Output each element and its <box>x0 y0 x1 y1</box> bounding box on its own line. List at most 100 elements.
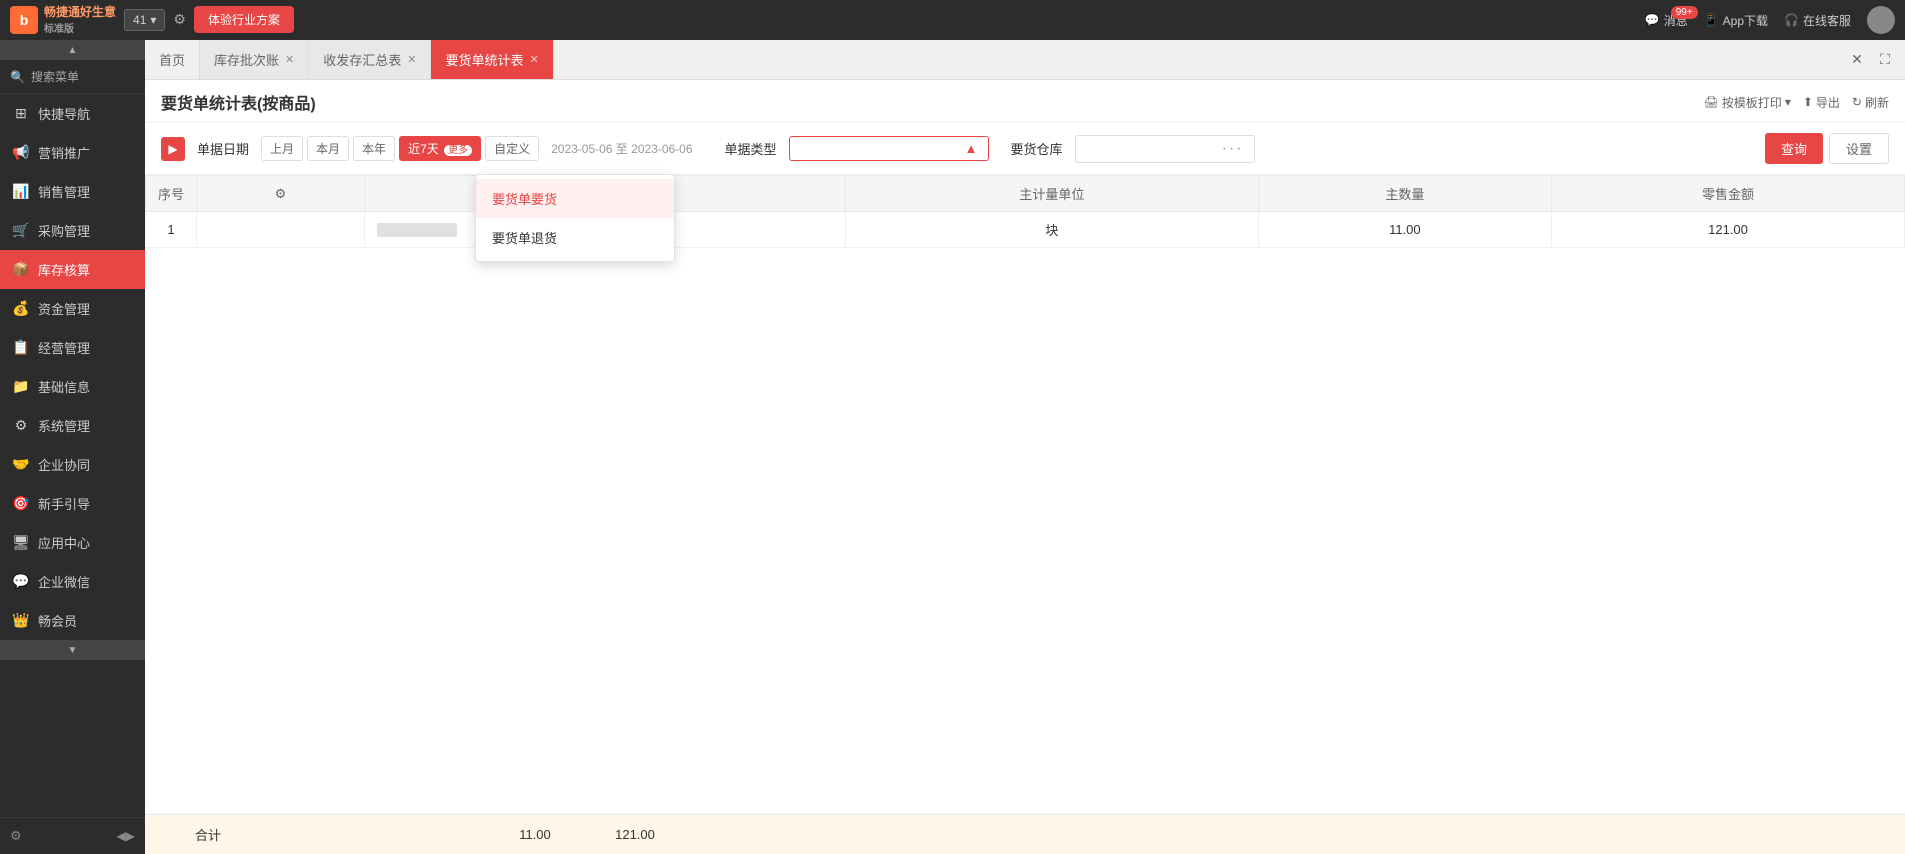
refresh-button[interactable]: ↻ 刷新 <box>1852 94 1889 111</box>
col-amount: 零售金额 <box>1552 176 1905 212</box>
sidebar-item-finance[interactable]: 💰 资金管理 <box>0 289 145 328</box>
sidebar-item-guide[interactable]: 🎯 新手引导 <box>0 484 145 523</box>
close-window-button[interactable]: ✕ <box>1845 48 1869 72</box>
last-month-btn[interactable]: 上月 <box>261 136 303 161</box>
sidebar-item-operations[interactable]: 📋 经营管理 <box>0 328 145 367</box>
member-icon: 👑 <box>12 612 30 630</box>
query-button[interactable]: 查询 <box>1765 133 1823 164</box>
dropdown-item-order-return[interactable]: 要货单退货 <box>476 218 674 257</box>
basic-icon: 📁 <box>12 378 30 396</box>
sidebar-item-marketing[interactable]: 📢 营销推广 <box>0 133 145 172</box>
sidebar-item-label: 销售管理 <box>38 182 90 201</box>
tab-close-icon[interactable]: ✕ <box>285 53 294 66</box>
sidebar-item-appstore[interactable]: 🖥 应用中心 <box>0 523 145 562</box>
page-actions: 🖨 按模板打印 ▾ ⬆ 导出 ↻ 刷新 <box>1704 94 1889 111</box>
warehouse-select[interactable]: ··· <box>1075 135 1255 163</box>
tab-collect-summary[interactable]: 收发存汇总表 ✕ <box>309 40 431 79</box>
top-header: b 畅捷通好生意 标准版 41 ▾ ⚙ 体验行业方案 💬 消息 99+ 📱 Ap… <box>0 0 1905 40</box>
tab-inventory-batch[interactable]: 库存批次账 ✕ <box>200 40 309 79</box>
sidebar-item-label: 应用中心 <box>38 533 90 552</box>
message-icon: 💬 <box>1645 13 1660 27</box>
type-select[interactable]: ▲ <box>789 136 989 161</box>
export-button[interactable]: ⬆ 导出 <box>1803 94 1840 111</box>
tab-close-icon[interactable]: ✕ <box>407 53 416 66</box>
search-menu[interactable]: 🔍 搜索菜单 <box>0 60 145 94</box>
this-year-btn[interactable]: 本年 <box>353 136 395 161</box>
col-settings[interactable]: ⚙ <box>197 176 365 212</box>
summary-quantity: 11.00 <box>485 827 585 842</box>
header-right: 💬 消息 99+ 📱 App下载 🎧 在线客服 <box>1645 6 1895 34</box>
sidebar-item-label: 资金管理 <box>38 299 90 318</box>
tab-bar: 首页 库存批次账 ✕ 收发存汇总表 ✕ 要货单统计表 ✕ ✕ ⛶ <box>145 40 1905 80</box>
chevron-up-icon: ▲ <box>965 141 978 156</box>
print-button[interactable]: 🖨 按模板打印 ▾ <box>1704 94 1791 111</box>
refresh-icon: ↻ <box>1852 95 1862 109</box>
avatar[interactable] <box>1867 6 1895 34</box>
settings-button[interactable]: 设置 <box>1829 133 1889 164</box>
dropdown-item-order-goods[interactable]: 要货单要货 <box>476 179 674 218</box>
more-icon: ··· <box>1222 140 1244 158</box>
sidebar-item-purchase[interactable]: 🛒 采购管理 <box>0 211 145 250</box>
gear-icon[interactable]: ⚙ <box>173 11 186 28</box>
sidebar-item-system[interactable]: ⚙ 系统管理 <box>0 406 145 445</box>
sidebar-item-label: 经营管理 <box>38 338 90 357</box>
export-icon: ⬆ <box>1803 95 1813 109</box>
sidebar-item-member[interactable]: 👑 畅会员 <box>0 601 145 640</box>
this-month-btn[interactable]: 本月 <box>307 136 349 161</box>
sidebar-scroll-up[interactable]: ▲ <box>0 40 145 60</box>
app-name: 畅捷通好生意 <box>44 5 116 19</box>
table-body: 1 块 11.00 121.00 <box>146 212 1905 248</box>
tab-order-stats[interactable]: 要货单统计表 ✕ <box>431 40 553 79</box>
content-area: 首页 库存批次账 ✕ 收发存汇总表 ✕ 要货单统计表 ✕ ✕ ⛶ 要 <box>145 40 1905 854</box>
message-button[interactable]: 💬 消息 99+ <box>1645 12 1688 29</box>
sidebar-item-label: 畅会员 <box>38 611 77 630</box>
app-download-button[interactable]: 📱 App下载 <box>1704 12 1768 29</box>
tab-close-icon[interactable]: ✕ <box>530 53 539 66</box>
sidebar-scroll-down[interactable]: ▼ <box>0 640 145 660</box>
sidebar-item-label: 营销推广 <box>38 143 90 162</box>
sidebar-item-inventory[interactable]: 📦 库存核算 <box>0 250 145 289</box>
online-service-button[interactable]: 🎧 在线客服 <box>1784 12 1851 29</box>
tab-bar-right: ✕ ⛶ <box>1845 48 1905 72</box>
search-menu-label: 搜索菜单 <box>31 68 79 85</box>
col-quantity: 主数量 <box>1258 176 1551 212</box>
print-icon: 🖨 <box>1704 95 1719 109</box>
trial-button[interactable]: 体验行业方案 <box>194 6 294 33</box>
sidebar-item-basic[interactable]: 📁 基础信息 <box>0 367 145 406</box>
summary-row: 合计 11.00 121.00 <box>145 814 1905 854</box>
sidebar-bottom: ⚙ ◀▶ <box>0 817 145 854</box>
date-range: 2023-05-06 至 2023-06-06 <box>551 140 692 157</box>
tab-selector[interactable]: 41 ▾ <box>124 9 165 31</box>
sidebar-item-label: 快捷导航 <box>38 104 90 123</box>
sidebar-item-quick-nav[interactable]: ⊞ 快捷导航 <box>0 94 145 133</box>
tab-home[interactable]: 首页 <box>145 40 200 79</box>
purchase-icon: 🛒 <box>12 222 30 240</box>
finance-icon: 💰 <box>12 300 30 318</box>
sidebar-settings-icon[interactable]: ⚙ <box>10 828 22 844</box>
warehouse-label: 要货仓库 <box>1011 139 1063 158</box>
custom-btn[interactable]: 自定义 <box>485 136 539 161</box>
maximize-window-button[interactable]: ⛶ <box>1873 48 1897 72</box>
sales-icon: 📊 <box>12 183 30 201</box>
filter-bar: ▶ 单据日期 上月 本月 本年 近7天 更多 自定义 2023-05-06 至 … <box>145 123 1905 175</box>
type-dropdown: 要货单要货 要货单退货 <box>475 174 675 262</box>
col-no: 序号 <box>146 176 197 212</box>
date-label: 单据日期 <box>197 139 249 158</box>
type-label: 单据类型 <box>725 139 777 158</box>
sidebar-item-enterprise[interactable]: 🤝 企业协同 <box>0 445 145 484</box>
sidebar-item-label: 系统管理 <box>38 416 90 435</box>
sidebar-item-label: 企业微信 <box>38 572 90 591</box>
sidebar-item-label: 新手引导 <box>38 494 90 513</box>
table-settings-icon[interactable]: ⚙ <box>275 186 287 201</box>
table: 序号 ⚙ 商品 主计量单位 主数 <box>145 175 1905 248</box>
wechat-icon: 💬 <box>12 573 30 591</box>
date-filter-group: 上月 本月 本年 近7天 更多 自定义 <box>261 136 539 161</box>
page-title: 要货单统计表(按商品) <box>161 90 316 114</box>
system-icon: ⚙ <box>12 417 30 435</box>
sidebar-collapse-icon[interactable]: ◀▶ <box>117 829 135 843</box>
filter-expand-button[interactable]: ▶ <box>161 137 185 161</box>
sidebar-item-wechat[interactable]: 💬 企业微信 <box>0 562 145 601</box>
sidebar-item-label: 库存核算 <box>38 260 90 279</box>
recent-7-btn[interactable]: 近7天 更多 <box>399 136 481 161</box>
sidebar-item-sales[interactable]: 📊 销售管理 <box>0 172 145 211</box>
